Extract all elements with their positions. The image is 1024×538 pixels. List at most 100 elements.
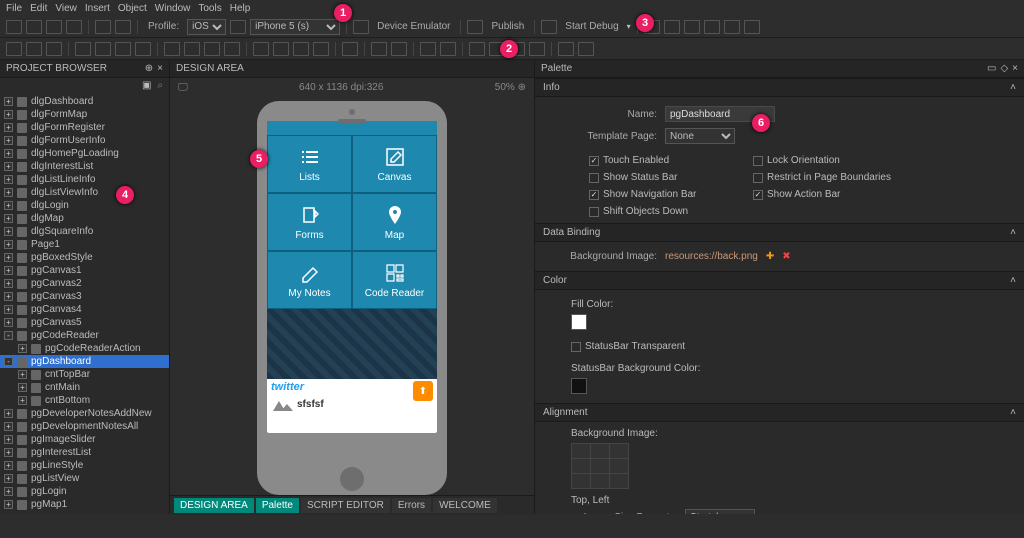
- expand-icon[interactable]: +: [4, 188, 13, 197]
- expand-icon[interactable]: +: [18, 370, 27, 379]
- footer-tab-welcome[interactable]: WELCOME: [433, 498, 497, 513]
- t2-13[interactable]: [273, 42, 289, 56]
- save-icon[interactable]: [46, 20, 62, 34]
- t2-19[interactable]: [420, 42, 436, 56]
- expand-icon[interactable]: +: [4, 266, 13, 275]
- tree-item-cntTopBar[interactable]: +cntTopBar: [0, 368, 169, 381]
- chevron-up-icon[interactable]: ˄: [1010, 82, 1016, 93]
- pause-icon[interactable]: [664, 20, 680, 34]
- t2-16[interactable]: [342, 42, 358, 56]
- pb-search-icon[interactable]: ⌕: [157, 80, 163, 91]
- expand-icon[interactable]: +: [4, 448, 13, 457]
- t2-12[interactable]: [253, 42, 269, 56]
- expand-icon[interactable]: +: [4, 292, 13, 301]
- stepover-icon[interactable]: [704, 20, 720, 34]
- t2-15[interactable]: [313, 42, 329, 56]
- color-head[interactable]: Color: [543, 275, 567, 286]
- expand-icon[interactable]: +: [4, 136, 13, 145]
- menu-help[interactable]: Help: [230, 3, 251, 14]
- chevron-up-icon[interactable]: ˄: [1010, 407, 1016, 418]
- footer-tab-scripteditor[interactable]: SCRIPT EDITOR: [301, 498, 390, 513]
- undo-icon[interactable]: [95, 20, 111, 34]
- expand-icon[interactable]: +: [4, 500, 13, 509]
- stepin-icon[interactable]: [724, 20, 740, 34]
- tree-item-dlgMap[interactable]: +dlgMap: [0, 212, 169, 225]
- tree-item-dlgInterestList[interactable]: +dlgInterestList: [0, 160, 169, 173]
- remove-bgimage-icon[interactable]: ✖: [782, 251, 790, 262]
- t2-17[interactable]: [371, 42, 387, 56]
- expand-icon[interactable]: +: [4, 422, 13, 431]
- tree-item-dlgListLineInfo[interactable]: +dlgListLineInfo: [0, 173, 169, 186]
- footer-tab-palette[interactable]: Palette: [256, 498, 299, 513]
- info-head[interactable]: Info: [543, 82, 560, 93]
- home-button[interactable]: [340, 467, 364, 491]
- tree-item-dlgDashboard[interactable]: +dlgDashboard: [0, 95, 169, 108]
- tile-code-reader[interactable]: Code Reader: [352, 251, 437, 309]
- emulator-icon[interactable]: [353, 20, 369, 34]
- expand-icon[interactable]: +: [18, 344, 27, 353]
- checkbox[interactable]: [753, 156, 763, 166]
- checkbox[interactable]: ✓: [589, 156, 599, 166]
- tree-item-pgLineStyle[interactable]: +pgLineStyle: [0, 459, 169, 472]
- publish-icon[interactable]: [467, 20, 483, 34]
- tree-item-cntBottom[interactable]: +cntBottom: [0, 394, 169, 407]
- tree-item-pgCodeReader[interactable]: -pgCodeReader: [0, 329, 169, 342]
- upload-icon[interactable]: ⬆: [413, 381, 433, 401]
- footer-tab-designarea[interactable]: DESIGN AREA: [174, 498, 254, 513]
- stepout-icon[interactable]: [744, 20, 760, 34]
- chevron-up-icon[interactable]: ˄: [1010, 227, 1016, 238]
- alignment-grid[interactable]: [571, 443, 629, 489]
- statusbar-transparent-check[interactable]: [571, 342, 581, 352]
- expand-icon[interactable]: +: [4, 461, 13, 470]
- t2-2[interactable]: [26, 42, 42, 56]
- template-select[interactable]: None: [665, 128, 735, 144]
- menu-object[interactable]: Object: [118, 3, 147, 14]
- t2-5[interactable]: [95, 42, 111, 56]
- expand-icon[interactable]: -: [4, 331, 13, 340]
- sizeprop-select[interactable]: Stretch: [685, 509, 755, 514]
- expand-icon[interactable]: +: [4, 201, 13, 210]
- expand-icon[interactable]: +: [4, 97, 13, 106]
- expand-icon[interactable]: +: [4, 279, 13, 288]
- menu-tools[interactable]: Tools: [198, 3, 221, 14]
- pb-collapse-icon[interactable]: ▣: [142, 80, 151, 91]
- publish-label[interactable]: Publish: [491, 21, 524, 32]
- t2-21[interactable]: [469, 42, 485, 56]
- tree-item-dlgSquareInfo[interactable]: +dlgSquareInfo: [0, 225, 169, 238]
- menu-edit[interactable]: Edit: [30, 3, 47, 14]
- tree-item-dlgListViewInfo[interactable]: +dlgListViewInfo: [0, 186, 169, 199]
- tile-my-notes[interactable]: My Notes: [267, 251, 352, 309]
- tree-item-pgCanvas2[interactable]: +pgCanvas2: [0, 277, 169, 290]
- tile-forms[interactable]: Forms: [267, 193, 352, 251]
- tree-item-Page1[interactable]: +Page1: [0, 238, 169, 251]
- zoom-level[interactable]: 50%: [495, 82, 515, 93]
- t2-18[interactable]: [391, 42, 407, 56]
- pal-min-icon[interactable]: ▭: [987, 63, 996, 74]
- tree-item-dlgFormUserInfo[interactable]: +dlgFormUserInfo: [0, 134, 169, 147]
- t2-14[interactable]: [293, 42, 309, 56]
- saveall-icon[interactable]: [66, 20, 82, 34]
- tree-item-pgListView[interactable]: +pgListView: [0, 472, 169, 485]
- tree-item-pgImageSlider[interactable]: +pgImageSlider: [0, 433, 169, 446]
- expand-icon[interactable]: +: [4, 435, 13, 444]
- expand-icon[interactable]: +: [4, 318, 13, 327]
- t2-7[interactable]: [135, 42, 151, 56]
- tree-item-pgCanvas5[interactable]: +pgCanvas5: [0, 316, 169, 329]
- new-icon[interactable]: [6, 20, 22, 34]
- menu-window[interactable]: Window: [155, 3, 191, 14]
- expand-icon[interactable]: +: [4, 214, 13, 223]
- t2-6[interactable]: [115, 42, 131, 56]
- tree-item-pgDashboard[interactable]: -pgDashboard: [0, 355, 169, 368]
- pb-pin-icon[interactable]: ⊕: [145, 63, 153, 74]
- add-bgimage-icon[interactable]: ✚: [766, 251, 774, 262]
- profile-select[interactable]: iOS: [187, 19, 226, 35]
- expand-icon[interactable]: +: [4, 253, 13, 262]
- tile-map[interactable]: Map: [352, 193, 437, 251]
- tree-item-pgInterestList[interactable]: +pgInterestList: [0, 446, 169, 459]
- tree-item-pgCanvas3[interactable]: +pgCanvas3: [0, 290, 169, 303]
- fillcolor-swatch[interactable]: [571, 314, 587, 330]
- open-icon[interactable]: [26, 20, 42, 34]
- debug-label[interactable]: Start Debug: [565, 21, 618, 32]
- t2-20[interactable]: [440, 42, 456, 56]
- tree-item-pgCanvas1[interactable]: +pgCanvas1: [0, 264, 169, 277]
